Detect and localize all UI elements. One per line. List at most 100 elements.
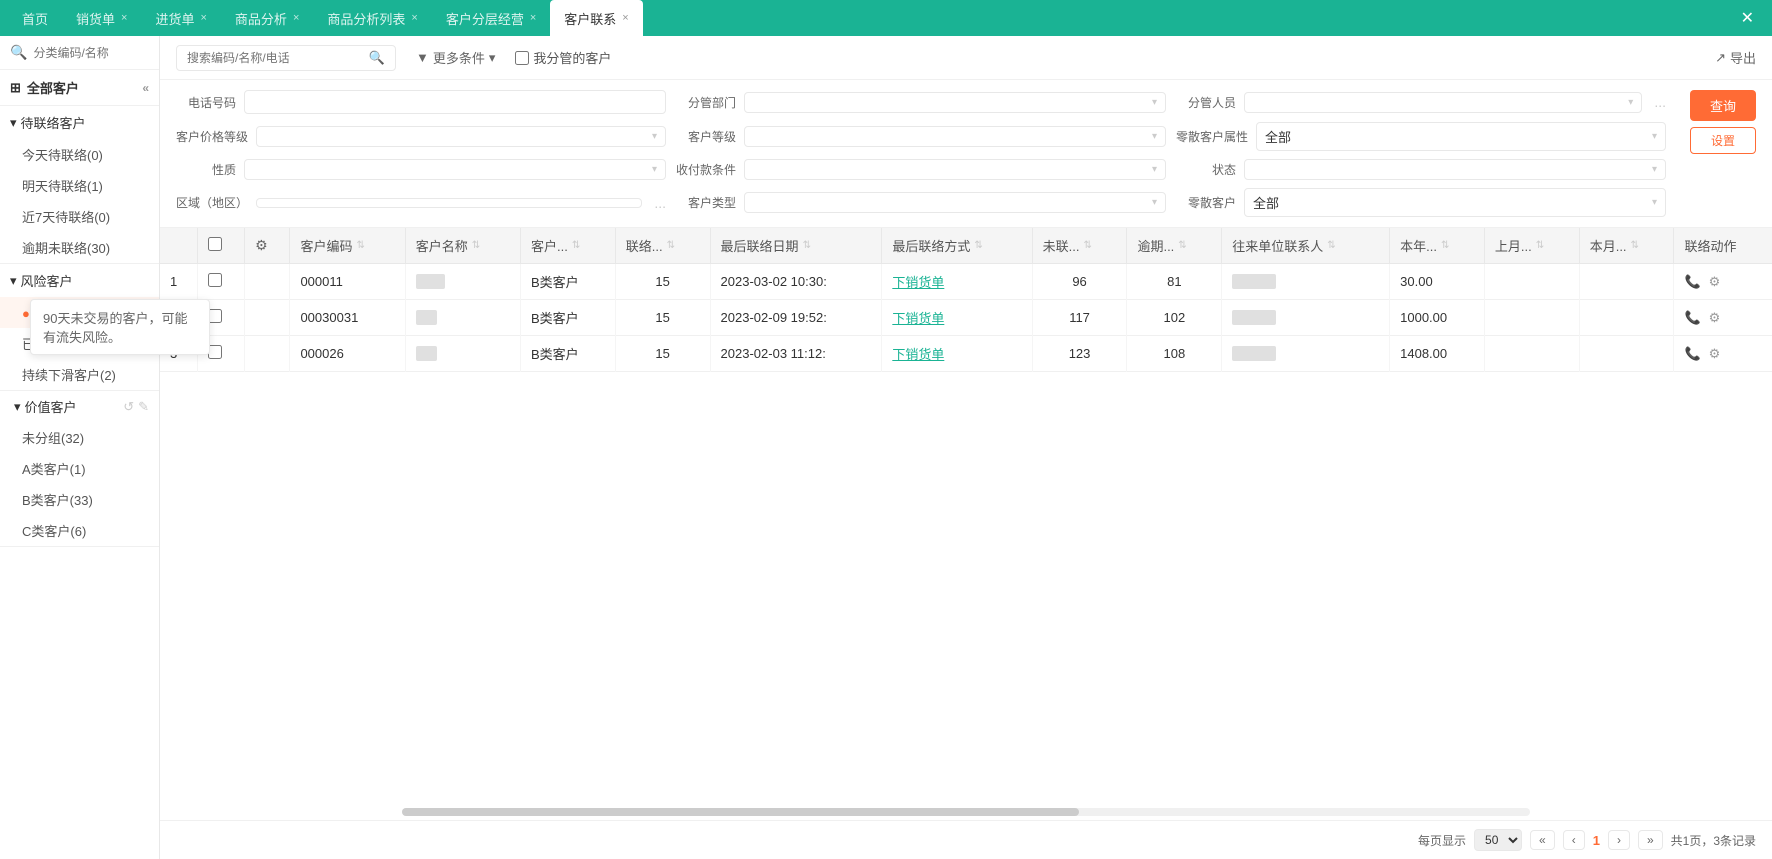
cell-checkbox-1[interactable] (197, 264, 244, 300)
my-customers-checkbox[interactable] (515, 51, 529, 65)
th-last-date[interactable]: 最后联络日期 ⇅ (710, 228, 882, 264)
th-last-month-sort[interactable]: 上月... ⇅ (1495, 236, 1569, 255)
query-button[interactable]: 查询 (1690, 90, 1756, 121)
scroll-bar-thumb[interactable] (402, 808, 1079, 816)
tab-sales[interactable]: 销货单 × (62, 0, 141, 36)
method-link-3[interactable]: 下销货单 (892, 347, 944, 362)
more-icon-2[interactable]: ⚙ (1709, 310, 1721, 326)
tab-purchase[interactable]: 进货单 × (141, 0, 220, 36)
select-all-checkbox[interactable] (208, 237, 222, 251)
search-input[interactable] (187, 51, 363, 65)
settings-button[interactable]: 设置 (1690, 127, 1756, 154)
scroll-bar-track[interactable] (402, 808, 1530, 816)
sidebar-item-a-class[interactable]: A类客户(1) (0, 453, 159, 484)
table-gear-icon[interactable]: ⚙ (255, 237, 268, 253)
per-page-select[interactable]: 50 (1474, 829, 1522, 851)
th-overdue[interactable]: 逾期... ⇅ (1127, 228, 1222, 264)
sidebar-root[interactable]: ⊞ 全部客户 « (0, 70, 159, 106)
call-icon-2[interactable]: 📞 (1684, 310, 1700, 326)
cell-method-1[interactable]: 下销货单 (882, 264, 1032, 300)
th-type[interactable]: 客户... ⇅ (520, 228, 615, 264)
row-checkbox-2[interactable] (208, 309, 222, 323)
th-this-month[interactable]: 本月... ⇅ (1579, 228, 1674, 264)
export-btn[interactable]: ↗ 导出 (1715, 48, 1756, 67)
sidebar-section-value-title[interactable]: ▾ 价值客户 ↺ ✎ (0, 391, 159, 422)
tab-purchase-close[interactable]: × (200, 12, 206, 24)
method-link-1[interactable]: 下销货单 (892, 275, 944, 290)
phone-input[interactable] (244, 90, 666, 114)
sidebar-section-risk-title[interactable]: ▾ 风险客户 (0, 264, 159, 297)
dept-select[interactable]: ▾ (744, 92, 1166, 113)
th-type-sort[interactable]: 客户... ⇅ (531, 236, 605, 255)
cell-actions-3[interactable]: 📞 ⚙ (1674, 336, 1772, 372)
row-checkbox-1[interactable] (208, 273, 222, 287)
tab-customer-contact[interactable]: 客户联系 × (550, 0, 642, 36)
status-select[interactable]: ▾ (1244, 159, 1666, 180)
sidebar-item-tomorrow[interactable]: 明天待联络(1) (0, 170, 159, 201)
scroll-bar-wrap[interactable] (160, 804, 1772, 820)
th-settings[interactable]: ⚙ (245, 228, 290, 264)
th-code[interactable]: 客户编码 ⇅ (290, 228, 405, 264)
th-name-sort[interactable]: 客户名称 ⇅ (416, 236, 510, 255)
region-dots[interactable]: ... (654, 195, 666, 211)
th-last-method[interactable]: 最后联络方式 ⇅ (882, 228, 1032, 264)
sidebar-item-ungroup[interactable]: 未分组(32) (0, 422, 159, 453)
manager-dots[interactable]: ... (1654, 94, 1666, 110)
th-uncontacted[interactable]: 未联... ⇅ (1032, 228, 1127, 264)
customer-type-select[interactable]: ▾ (744, 192, 1166, 213)
cell-actions-2[interactable]: 📞 ⚙ (1674, 300, 1772, 336)
row-checkbox-3[interactable] (208, 345, 222, 359)
tab-goods-list[interactable]: 商品分析列表 × (313, 0, 431, 36)
window-close-button[interactable]: ✕ (1731, 8, 1764, 28)
call-icon-1[interactable]: 📞 (1684, 274, 1700, 290)
prev-page-btn[interactable]: ‹ (1563, 830, 1585, 850)
sidebar-collapse-icon[interactable]: « (142, 81, 149, 95)
more-conditions-btn[interactable]: ▼ 更多条件 ▾ (408, 44, 503, 71)
cell-actions-1[interactable]: 📞 ⚙ (1674, 264, 1772, 300)
edit-icon[interactable]: ✎ (138, 399, 149, 415)
th-this-year[interactable]: 本年... ⇅ (1390, 228, 1485, 264)
th-last-date-sort[interactable]: 最后联络日期 ⇅ (721, 236, 872, 255)
th-contact-person-sort[interactable]: 往来单位联系人 ⇅ (1232, 236, 1379, 255)
cell-method-2[interactable]: 下销货单 (882, 300, 1032, 336)
tab-customer-tier-close[interactable]: × (530, 12, 536, 24)
tab-goods-analysis-close[interactable]: × (293, 12, 299, 24)
next-page-btn[interactable]: › (1608, 830, 1630, 850)
my-customers-wrap[interactable]: 我分管的客户 (515, 48, 611, 67)
first-page-btn[interactable]: « (1530, 830, 1555, 850)
tab-customer-contact-close[interactable]: × (622, 12, 628, 24)
th-last-month[interactable]: 上月... ⇅ (1484, 228, 1579, 264)
gender-select[interactable]: ▾ (244, 159, 666, 180)
last-page-btn[interactable]: » (1638, 830, 1663, 850)
retail-customer-select[interactable]: 全部 ▾ (1244, 188, 1666, 217)
cell-method-3[interactable]: 下销货单 (882, 336, 1032, 372)
th-contact-sort[interactable]: 联络... ⇅ (626, 236, 700, 255)
payment-select[interactable]: ▾ (744, 159, 1166, 180)
th-name[interactable]: 客户名称 ⇅ (405, 228, 520, 264)
th-contact-person[interactable]: 往来单位联系人 ⇅ (1222, 228, 1390, 264)
retail-attr-select[interactable]: 全部 ▾ (1256, 122, 1666, 151)
more-icon-1[interactable]: ⚙ (1709, 274, 1721, 290)
sidebar-item-c-class[interactable]: C类客户(6) (0, 515, 159, 546)
method-link-2[interactable]: 下销货单 (892, 311, 944, 326)
sidebar-item-today[interactable]: 今天待联络(0) (0, 139, 159, 170)
customer-level-select[interactable]: ▾ (744, 126, 1166, 147)
sidebar-item-declining[interactable]: 持续下滑客户(2) (0, 359, 159, 390)
tab-goods-list-close[interactable]: × (411, 12, 417, 24)
th-checkbox[interactable] (197, 228, 244, 264)
tab-customer-tier[interactable]: 客户分层经营 × (432, 0, 550, 36)
price-level-select[interactable]: ▾ (256, 126, 666, 147)
th-uncontacted-sort[interactable]: 未联... ⇅ (1043, 236, 1117, 255)
sidebar-section-pending-title[interactable]: ▾ 待联络客户 (0, 106, 159, 139)
th-contact[interactable]: 联络... ⇅ (615, 228, 710, 264)
sidebar-item-7days[interactable]: 近7天待联络(0) (0, 201, 159, 232)
refresh-icon[interactable]: ↺ (123, 399, 134, 415)
call-icon-3[interactable]: 📞 (1684, 346, 1700, 362)
tab-home[interactable]: 首页 (8, 0, 62, 36)
th-overdue-sort[interactable]: 逾期... ⇅ (1137, 236, 1211, 255)
th-this-year-sort[interactable]: 本年... ⇅ (1400, 236, 1474, 255)
sidebar-item-b-class[interactable]: B类客户(33) (0, 484, 159, 515)
sidebar-search-input[interactable] (33, 46, 149, 60)
sidebar-item-overdue[interactable]: 逾期未联络(30) (0, 232, 159, 263)
manager-select[interactable]: ▾ (1244, 92, 1642, 113)
